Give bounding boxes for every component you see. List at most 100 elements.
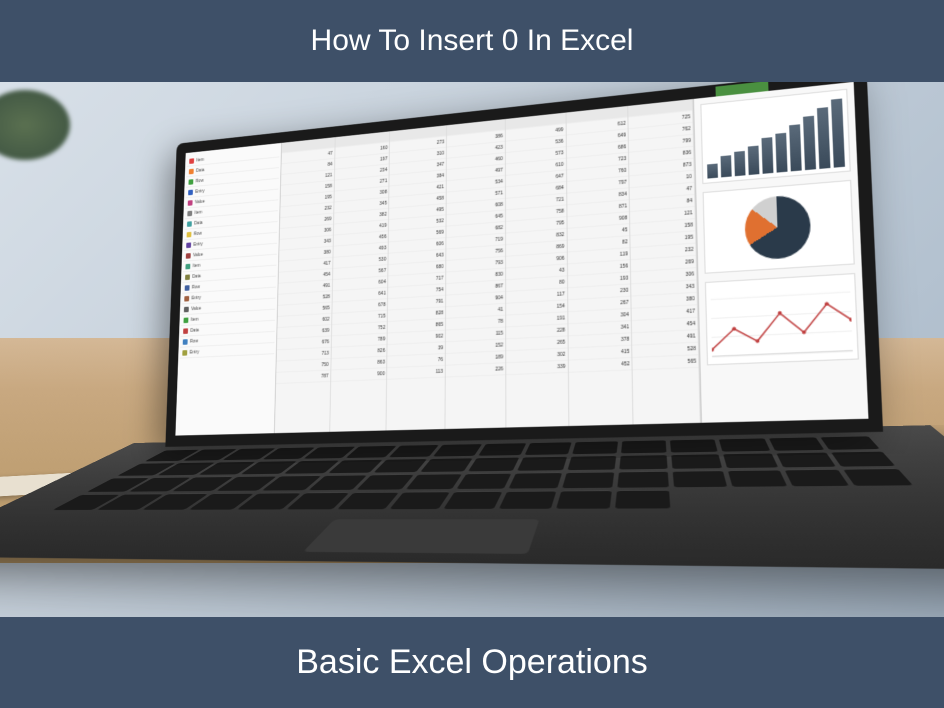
top-title-banner: How To Insert 0 In Excel bbox=[0, 0, 944, 82]
row-color-swatch bbox=[188, 189, 193, 195]
keyboard-key bbox=[843, 468, 913, 485]
row-label-text: Data bbox=[196, 167, 205, 173]
keyboard-key bbox=[509, 472, 563, 488]
row-color-swatch bbox=[189, 158, 194, 164]
keyboard-key bbox=[728, 470, 787, 487]
keyboard-key bbox=[820, 436, 880, 450]
spreadsheet-chart-sidebar bbox=[693, 82, 868, 423]
row-color-swatch bbox=[184, 295, 189, 301]
keyboard-key bbox=[374, 459, 428, 473]
keyboard-key bbox=[517, 456, 567, 470]
laptop-screen: Item Data Row Entry Value Item Data Row Entry Val… bbox=[175, 82, 868, 436]
bar-chart-thumbnail bbox=[700, 89, 850, 184]
spreadsheet-row-labels: Item Data Row Entry Value Item Data Row Entry Val… bbox=[175, 143, 282, 436]
spreadsheet-column: 2733103473844214584955325696066436807177… bbox=[387, 125, 447, 430]
spreadsheet-column: 6126496867237607978348719084582119156193… bbox=[566, 106, 634, 426]
row-label-text: Entry bbox=[195, 188, 204, 194]
keyboard-key bbox=[525, 442, 572, 455]
row-label-text: Row bbox=[190, 338, 198, 344]
keyboard-key bbox=[723, 453, 778, 468]
keyboard-key bbox=[621, 440, 666, 453]
row-color-swatch bbox=[185, 285, 190, 291]
row-label-text: Data bbox=[192, 273, 201, 279]
keyboard-key bbox=[478, 443, 526, 456]
keyboard-key bbox=[433, 444, 482, 457]
spreadsheet-cell: 226 bbox=[446, 363, 505, 377]
row-label-text: Data bbox=[190, 327, 199, 333]
hero-illustration: Item Data Row Entry Value Item Data Row Entry Val… bbox=[0, 80, 944, 618]
bottom-title-banner: Basic Excel Operations bbox=[0, 617, 944, 708]
keyboard-key bbox=[831, 451, 895, 467]
keyboard-key bbox=[617, 471, 669, 488]
row-label-text: Entry bbox=[191, 295, 201, 301]
row-color-swatch bbox=[187, 231, 192, 237]
keyboard-key bbox=[572, 441, 618, 454]
row-label-text: Row bbox=[192, 284, 200, 290]
row-color-swatch bbox=[183, 317, 188, 323]
row-color-swatch bbox=[182, 350, 187, 356]
keyboard-key bbox=[615, 490, 670, 509]
row-label-text: Item bbox=[196, 157, 204, 163]
keyboard-key bbox=[390, 492, 451, 510]
row-label-text: Value bbox=[193, 252, 203, 258]
row-label-text: Item bbox=[194, 209, 202, 215]
keyboard-key bbox=[673, 470, 727, 487]
keyboard-key bbox=[389, 445, 439, 458]
row-color-swatch bbox=[187, 210, 192, 216]
row-label-text: Item bbox=[191, 316, 199, 322]
spreadsheet-cell: 339 bbox=[506, 361, 567, 376]
spreadsheet-column: 1601972342713083453824194564935305676046… bbox=[330, 131, 390, 432]
row-color-swatch bbox=[183, 339, 188, 345]
keyboard-key bbox=[769, 437, 825, 451]
row-label-text: Entry bbox=[193, 241, 202, 247]
spreadsheet-column: 7257627998368731047841211581952322693063… bbox=[629, 99, 701, 424]
spreadsheet-column: 4784121158195232269306343380417454491528… bbox=[275, 137, 336, 433]
keyboard-key bbox=[671, 454, 722, 469]
spreadsheet-main: 4784121158195232269306343380417454491528… bbox=[275, 82, 869, 433]
laptop-screen-frame: Item Data Row Entry Value Item Data Row Entry Val… bbox=[165, 80, 883, 447]
spreadsheet-cell: 900 bbox=[331, 368, 387, 382]
row-label-text: Row bbox=[194, 231, 202, 237]
keyboard-key bbox=[719, 438, 771, 452]
chart-bar bbox=[748, 146, 760, 175]
laptop-keyboard bbox=[0, 425, 944, 571]
row-label-text: Value bbox=[195, 199, 205, 205]
chart-bar bbox=[734, 150, 745, 176]
keyboard-key bbox=[670, 439, 718, 453]
spreadsheet-cell: 565 bbox=[633, 355, 699, 370]
chart-bar bbox=[775, 132, 787, 172]
keyboard-key bbox=[776, 452, 836, 467]
row-label-text: Entry bbox=[190, 349, 200, 355]
chart-bar bbox=[707, 164, 718, 179]
keyboard-key bbox=[406, 474, 462, 490]
row-color-swatch bbox=[185, 263, 190, 269]
top-title-text: How To Insert 0 In Excel bbox=[311, 24, 634, 57]
row-color-swatch bbox=[183, 328, 188, 334]
spreadsheet-cell: 787 bbox=[276, 371, 330, 385]
keyboard-key bbox=[468, 457, 519, 471]
chart-bar bbox=[831, 98, 845, 168]
row-label-text: Data bbox=[194, 220, 203, 226]
chart-bar bbox=[721, 155, 732, 177]
row-color-swatch bbox=[187, 221, 192, 227]
row-color-swatch bbox=[186, 242, 191, 248]
keyboard-key bbox=[619, 455, 667, 470]
spreadsheet-column: 3864234604975345716086456827197567938308… bbox=[446, 119, 507, 429]
spreadsheet-cell: 452 bbox=[568, 358, 632, 373]
chart-bar bbox=[761, 137, 773, 174]
row-color-swatch bbox=[184, 306, 189, 312]
keyboard-key bbox=[443, 491, 502, 509]
chart-bar bbox=[803, 115, 816, 170]
row-color-swatch bbox=[185, 274, 190, 280]
row-color-swatch bbox=[188, 179, 193, 185]
keyboard-key bbox=[562, 472, 614, 488]
row-label-text: Row bbox=[196, 178, 204, 184]
pie-chart-icon bbox=[744, 194, 812, 261]
laptop-trackpad bbox=[303, 519, 539, 554]
spreadsheet-cell: 113 bbox=[387, 366, 445, 380]
row-color-swatch bbox=[189, 168, 194, 174]
laptop: Item Data Row Entry Value Item Data Row Entry Val… bbox=[144, 80, 916, 615]
row-label-text: Value bbox=[191, 305, 201, 311]
keyboard-key bbox=[785, 469, 850, 486]
line-chart-icon bbox=[710, 279, 853, 360]
